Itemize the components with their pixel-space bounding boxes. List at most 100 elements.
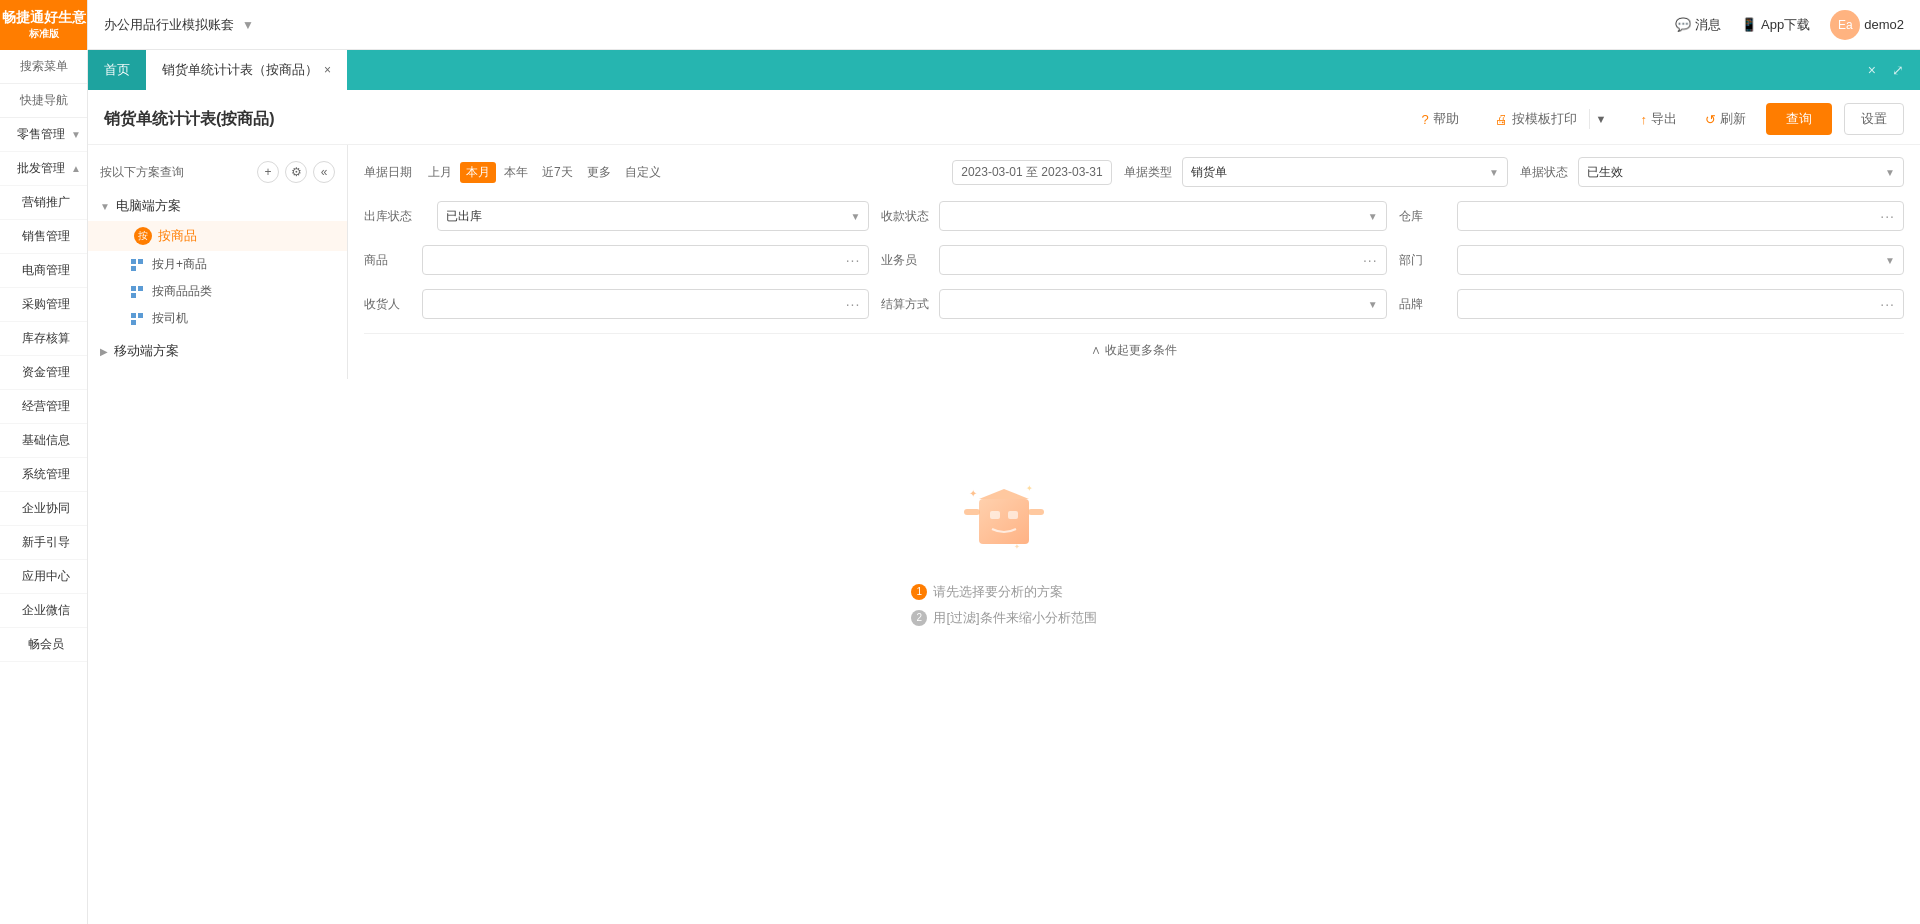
category-label: 按商品品类 bbox=[152, 283, 212, 300]
page-inner: 销货单统计计表(按商品) ? 帮助 🖨 按模板打印 ▼ ↑ bbox=[88, 90, 1920, 924]
warehouse-status-label: 出库状态 bbox=[364, 208, 429, 225]
receiver-control[interactable]: ··· bbox=[422, 289, 869, 319]
tree-desktop-group[interactable]: ▼ 电脑端方案 bbox=[88, 191, 347, 221]
warehouse-status-arrow-icon: ▼ bbox=[850, 211, 860, 222]
topbar-title: 办公用品行业模拟账套 bbox=[104, 16, 234, 34]
brand-dots-icon: ··· bbox=[1880, 296, 1895, 312]
svg-rect-9 bbox=[979, 499, 1029, 544]
sidebar-item-purchase[interactable]: 采购管理 bbox=[0, 288, 87, 322]
retail-arrow-icon: ▼ bbox=[71, 129, 81, 140]
window-maximize-icon[interactable]: ⤢ bbox=[1888, 58, 1908, 82]
warehouse-dots-icon: ··· bbox=[1880, 208, 1895, 224]
filter-row-1: 单据日期 上月 本月 本年 近7天 更多 自定义 bbox=[364, 157, 1904, 187]
doc-status-control[interactable]: 已生效 ▼ bbox=[1578, 157, 1904, 187]
doc-status-label: 单据状态 bbox=[1520, 164, 1570, 181]
tab-sales-stats[interactable]: 销货单统计计表（按商品） × bbox=[146, 50, 347, 90]
collapse-filters-button[interactable]: ∧ 收起更多条件 bbox=[364, 333, 1904, 367]
svg-rect-7 bbox=[138, 313, 143, 318]
tree-mobile-group[interactable]: ▶ 移动端方案 bbox=[88, 336, 347, 366]
sidebar-item-wholesale[interactable]: 批发管理 ▲ bbox=[0, 152, 87, 186]
sidebar-item-finance[interactable]: 资金管理 bbox=[0, 356, 87, 390]
sidebar-item-basic[interactable]: 基础信息 bbox=[0, 424, 87, 458]
refresh-button[interactable]: ↺ 刷新 bbox=[1697, 106, 1754, 132]
settings-button[interactable]: 设置 bbox=[1844, 103, 1904, 135]
sidebar-item-wechat[interactable]: 企业微信 bbox=[0, 594, 87, 628]
user-profile[interactable]: Ea demo2 bbox=[1830, 10, 1904, 40]
sidebar-item-member[interactable]: 畅会员 bbox=[0, 628, 87, 662]
app-download-button[interactable]: 📱 App下载 bbox=[1741, 16, 1810, 34]
svg-text:✦: ✦ bbox=[969, 488, 977, 499]
payment-status-control[interactable]: ▼ bbox=[939, 201, 1386, 231]
add-scheme-button[interactable]: + bbox=[257, 161, 279, 183]
date-tab-more[interactable]: 更多 bbox=[581, 162, 617, 183]
receiver-label: 收货人 bbox=[364, 296, 414, 313]
sidebar-item-appcenter[interactable]: 应用中心 bbox=[0, 560, 87, 594]
sidebar-item-sales[interactable]: 销售管理 bbox=[0, 220, 87, 254]
settlement-arrow-icon: ▼ bbox=[1368, 299, 1378, 310]
svg-rect-8 bbox=[131, 320, 136, 325]
brand-control[interactable]: ··· bbox=[1457, 289, 1904, 319]
doc-type-control[interactable]: 销货单 ▼ bbox=[1182, 157, 1508, 187]
salesman-control[interactable]: ··· bbox=[939, 245, 1386, 275]
svg-rect-5 bbox=[131, 293, 136, 298]
date-tab-custom[interactable]: 自定义 bbox=[619, 162, 667, 183]
tree-item-by-driver[interactable]: 按司机 bbox=[88, 305, 347, 332]
tab-close-icon[interactable]: × bbox=[324, 63, 331, 77]
sidebar-item-marketing[interactable]: 营销推广 bbox=[0, 186, 87, 220]
mobile-expand-icon: ▶ bbox=[100, 346, 108, 357]
receiver-field: 收货人 ··· bbox=[364, 289, 869, 319]
sidebar-item-ecommerce[interactable]: 电商管理 bbox=[0, 254, 87, 288]
sidebar-item-newbie[interactable]: 新手引导 bbox=[0, 526, 87, 560]
tree-item-by-category[interactable]: 按商品品类 bbox=[88, 278, 347, 305]
date-control: 上月 本月 本年 近7天 更多 自定义 bbox=[422, 162, 940, 183]
tab-home[interactable]: 首页 bbox=[88, 50, 146, 90]
sidebar-item-operation[interactable]: 经营管理 bbox=[0, 390, 87, 424]
message-icon: 💬 bbox=[1675, 17, 1691, 32]
warehouse-field: 仓库 ··· bbox=[1399, 201, 1904, 231]
settings-scheme-button[interactable]: ⚙ bbox=[285, 161, 307, 183]
filter-panel-header: 按以下方案查询 + ⚙ « bbox=[88, 157, 347, 191]
warehouse-control[interactable]: ··· bbox=[1457, 201, 1904, 231]
print-label: 按模板打印 bbox=[1512, 110, 1577, 128]
sidebar-item-system[interactable]: 系统管理 bbox=[0, 458, 87, 492]
tree-item-by-goods[interactable]: 按 按商品 bbox=[88, 221, 347, 251]
export-button[interactable]: ↑ 导出 bbox=[1633, 106, 1686, 132]
sidebar-item-inventory[interactable]: 库存核算 bbox=[0, 322, 87, 356]
category-icon bbox=[128, 285, 146, 299]
warehouse-status-value: 已出库 bbox=[446, 208, 850, 225]
sidebar-item-retail[interactable]: 零售管理 ▼ bbox=[0, 118, 87, 152]
sidebar-item-collab[interactable]: 企业协同 bbox=[0, 492, 87, 526]
driver-label: 按司机 bbox=[152, 310, 188, 327]
date-tab-last-month[interactable]: 上月 bbox=[422, 162, 458, 183]
empty-state: ✦ ✦ ✦ 1 请先选择要分析的方案 2 用[过滤]条件来缩小分析范围 bbox=[88, 379, 1920, 711]
settlement-label: 结算方式 bbox=[881, 296, 931, 313]
department-field: 部门 ▼ bbox=[1399, 245, 1904, 275]
query-button[interactable]: 查询 bbox=[1766, 103, 1832, 135]
goods-control[interactable]: ··· bbox=[422, 245, 869, 275]
settlement-control[interactable]: ▼ bbox=[939, 289, 1386, 319]
tree-item-by-month-goods[interactable]: 按月+商品 bbox=[88, 251, 347, 278]
topbar-dropdown-icon[interactable]: ▼ bbox=[242, 18, 254, 32]
print-dropdown-arrow[interactable]: ▼ bbox=[1589, 109, 1613, 129]
svg-text:✦: ✦ bbox=[1014, 543, 1020, 550]
print-button[interactable]: 🖨 按模板打印 ▼ bbox=[1479, 102, 1621, 136]
warehouse-status-control[interactable]: 已出库 ▼ bbox=[437, 201, 869, 231]
topbar-right: 💬 消息 📱 App下载 Ea demo2 bbox=[1675, 10, 1904, 40]
date-tab-7days[interactable]: 近7天 bbox=[536, 162, 579, 183]
department-control[interactable]: ▼ bbox=[1457, 245, 1904, 275]
collapse-panel-button[interactable]: « bbox=[313, 161, 335, 183]
window-controls: × ⤢ bbox=[1864, 58, 1920, 82]
search-menu[interactable]: 搜索菜单 bbox=[0, 50, 87, 84]
doc-status-value: 已生效 bbox=[1587, 164, 1885, 181]
tab-sales-stats-label: 销货单统计计表（按商品） bbox=[162, 61, 318, 79]
window-close-icon[interactable]: × bbox=[1864, 58, 1880, 82]
payment-status-label: 收款状态 bbox=[881, 208, 931, 225]
quick-nav[interactable]: 快捷导航 bbox=[0, 84, 87, 118]
print-btn-main[interactable]: 🖨 按模板打印 bbox=[1487, 106, 1585, 132]
date-tab-this-year[interactable]: 本年 bbox=[498, 162, 534, 183]
message-button[interactable]: 💬 消息 bbox=[1675, 16, 1721, 34]
doc-type-value: 销货单 bbox=[1191, 164, 1489, 181]
date-tab-this-month[interactable]: 本月 bbox=[460, 162, 496, 183]
help-button[interactable]: ? 帮助 bbox=[1413, 106, 1466, 132]
driver-icon bbox=[128, 312, 146, 326]
